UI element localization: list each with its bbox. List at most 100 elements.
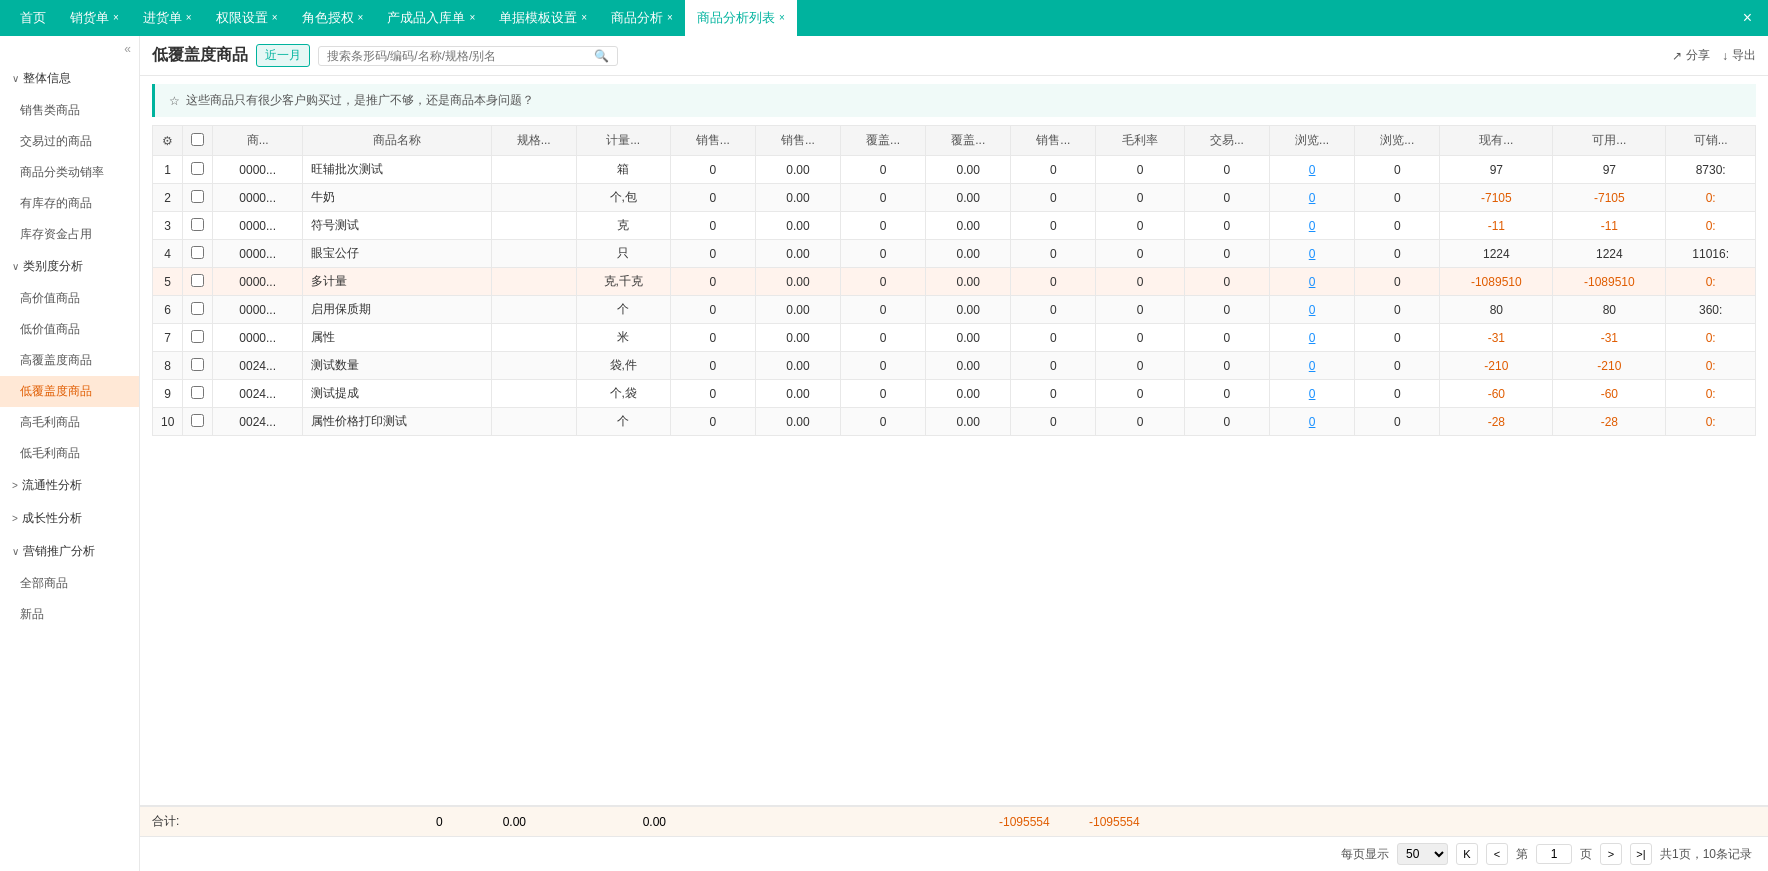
search-icon[interactable]: 🔍	[594, 49, 609, 63]
row-checkbox[interactable]	[183, 212, 213, 240]
sidebar-item-category-sales-rate[interactable]: 商品分类动销率	[0, 157, 139, 188]
settings-icon[interactable]: ⚙	[162, 134, 173, 148]
sidebar-item-low-value[interactable]: 低价值商品	[0, 314, 139, 345]
row-gross-rate: 0	[1096, 240, 1184, 268]
sidebar-item-traded-goods[interactable]: 交易过的商品	[0, 126, 139, 157]
row-unit: 个	[576, 296, 670, 324]
row-current: -7105	[1440, 184, 1553, 212]
sidebar-item-new-goods[interactable]: 新品	[0, 599, 139, 630]
row-browse1[interactable]: 0	[1270, 156, 1355, 184]
page-number-input[interactable]	[1536, 844, 1572, 864]
sidebar-group-growth[interactable]: > 成长性分析	[0, 502, 139, 535]
col-settings[interactable]: ⚙	[153, 126, 183, 156]
row-select-checkbox[interactable]	[191, 190, 204, 203]
row-checkbox[interactable]	[183, 156, 213, 184]
sidebar-item-all-goods[interactable]: 全部商品	[0, 568, 139, 599]
row-checkbox[interactable]	[183, 296, 213, 324]
row-browse1[interactable]: 0	[1270, 352, 1355, 380]
select-all-checkbox[interactable]	[191, 133, 204, 146]
sidebar-group-overall[interactable]: ∨ 整体信息	[0, 62, 139, 95]
row-checkbox[interactable]	[183, 184, 213, 212]
sidebar-item-inventory-capital[interactable]: 库存资金占用	[0, 219, 139, 250]
search-input[interactable]	[327, 49, 590, 63]
row-checkbox[interactable]	[183, 408, 213, 436]
row-browse1[interactable]: 0	[1270, 380, 1355, 408]
row-unit: 只	[576, 240, 670, 268]
sidebar-group-category[interactable]: ∨ 类别度分析	[0, 250, 139, 283]
sidebar-item-stocked-goods[interactable]: 有库存的商品	[0, 188, 139, 219]
share-button[interactable]: ↗ 分享	[1672, 47, 1710, 64]
sidebar-collapse-btn[interactable]: «	[0, 36, 139, 62]
sidebar-item-sales-goods[interactable]: 销售类商品	[0, 95, 139, 126]
row-browse2: 0	[1355, 324, 1440, 352]
nav-goods-analysis-list[interactable]: 商品分析列表 ×	[685, 0, 797, 36]
close-product-warehouse-icon[interactable]: ×	[469, 0, 475, 36]
col-checkbox[interactable]	[183, 126, 213, 156]
col-trade: 交易...	[1184, 126, 1269, 156]
sidebar-item-high-value[interactable]: 高价值商品	[0, 283, 139, 314]
close-window-icon[interactable]: ×	[1735, 9, 1760, 27]
row-browse1[interactable]: 0	[1270, 324, 1355, 352]
nav-purchase-order[interactable]: 进货单 ×	[131, 0, 204, 36]
nav-goods-analysis[interactable]: 商品分析 ×	[599, 0, 685, 36]
row-checkbox[interactable]	[183, 352, 213, 380]
row-select-checkbox[interactable]	[191, 414, 204, 427]
nav-home[interactable]: 首页	[8, 0, 58, 36]
row-checkbox[interactable]	[183, 380, 213, 408]
top-nav: 首页 销货单 × 进货单 × 权限设置 × 角色授权 × 产成品入库单 × 单据…	[0, 0, 1768, 36]
sidebar-item-high-margin[interactable]: 高毛利商品	[0, 407, 139, 438]
row-sales2: 0.00	[755, 324, 840, 352]
row-select-checkbox[interactable]	[191, 330, 204, 343]
row-browse1[interactable]: 0	[1270, 296, 1355, 324]
nav-template-settings[interactable]: 单据模板设置 ×	[487, 0, 599, 36]
row-available: -28	[1553, 408, 1666, 436]
sidebar-group-marketing[interactable]: ∨ 营销推广分析	[0, 535, 139, 568]
row-select-checkbox[interactable]	[191, 302, 204, 315]
row-select-checkbox[interactable]	[191, 218, 204, 231]
row-checkbox[interactable]	[183, 240, 213, 268]
nav-role-auth[interactable]: 角色授权 ×	[290, 0, 376, 36]
row-browse1[interactable]: 0	[1270, 184, 1355, 212]
table-container[interactable]: ⚙ 商... 商品名称 规格... 计量... 销售... 销售... 覆盖..…	[140, 125, 1768, 805]
row-browse1[interactable]: 0	[1270, 212, 1355, 240]
row-select-checkbox[interactable]	[191, 274, 204, 287]
nav-sales-order[interactable]: 销货单 ×	[58, 0, 131, 36]
row-gross-rate: 0	[1096, 380, 1184, 408]
row-checkbox[interactable]	[183, 324, 213, 352]
prev-page-button[interactable]: <	[1486, 843, 1508, 865]
sidebar-item-low-margin[interactable]: 低毛利商品	[0, 438, 139, 469]
row-select-checkbox[interactable]	[191, 358, 204, 371]
first-page-button[interactable]: K	[1456, 843, 1478, 865]
row-cover1: 0	[841, 324, 926, 352]
close-role-auth-icon[interactable]: ×	[358, 0, 364, 36]
row-browse1[interactable]: 0	[1270, 240, 1355, 268]
table-row: 5 0000... 多计量 克,千克 0 0.00 0 0.00 0 0 0 0…	[153, 268, 1756, 296]
col-browse1: 浏览...	[1270, 126, 1355, 156]
row-select-checkbox[interactable]	[191, 246, 204, 259]
last-page-button[interactable]: >|	[1630, 843, 1652, 865]
page-size-select[interactable]: 50 100 200	[1397, 843, 1448, 865]
close-goods-analysis-list-icon[interactable]: ×	[779, 0, 785, 36]
export-button[interactable]: ↓ 导出	[1722, 47, 1756, 64]
close-goods-analysis-icon[interactable]: ×	[667, 0, 673, 36]
close-permission-settings-icon[interactable]: ×	[272, 0, 278, 36]
row-browse2: 0	[1355, 268, 1440, 296]
row-browse2: 0	[1355, 408, 1440, 436]
next-page-button[interactable]: >	[1600, 843, 1622, 865]
filter-tag-month[interactable]: 近一月	[256, 44, 310, 67]
row-select-checkbox[interactable]	[191, 162, 204, 175]
row-select-checkbox[interactable]	[191, 386, 204, 399]
close-purchase-order-icon[interactable]: ×	[186, 0, 192, 36]
close-sales-order-icon[interactable]: ×	[113, 0, 119, 36]
row-browse1[interactable]: 0	[1270, 268, 1355, 296]
nav-permission-settings[interactable]: 权限设置 ×	[204, 0, 290, 36]
nav-product-warehouse[interactable]: 产成品入库单 ×	[375, 0, 487, 36]
close-template-settings-icon[interactable]: ×	[581, 0, 587, 36]
sidebar-item-high-coverage[interactable]: 高覆盖度商品	[0, 345, 139, 376]
sidebar-group-circulation[interactable]: > 流通性分析	[0, 469, 139, 502]
row-checkbox[interactable]	[183, 268, 213, 296]
search-box[interactable]: 🔍	[318, 46, 618, 66]
row-sales3: 0	[1011, 212, 1096, 240]
sidebar-item-low-coverage[interactable]: 低覆盖度商品	[0, 376, 139, 407]
row-browse1[interactable]: 0	[1270, 408, 1355, 436]
